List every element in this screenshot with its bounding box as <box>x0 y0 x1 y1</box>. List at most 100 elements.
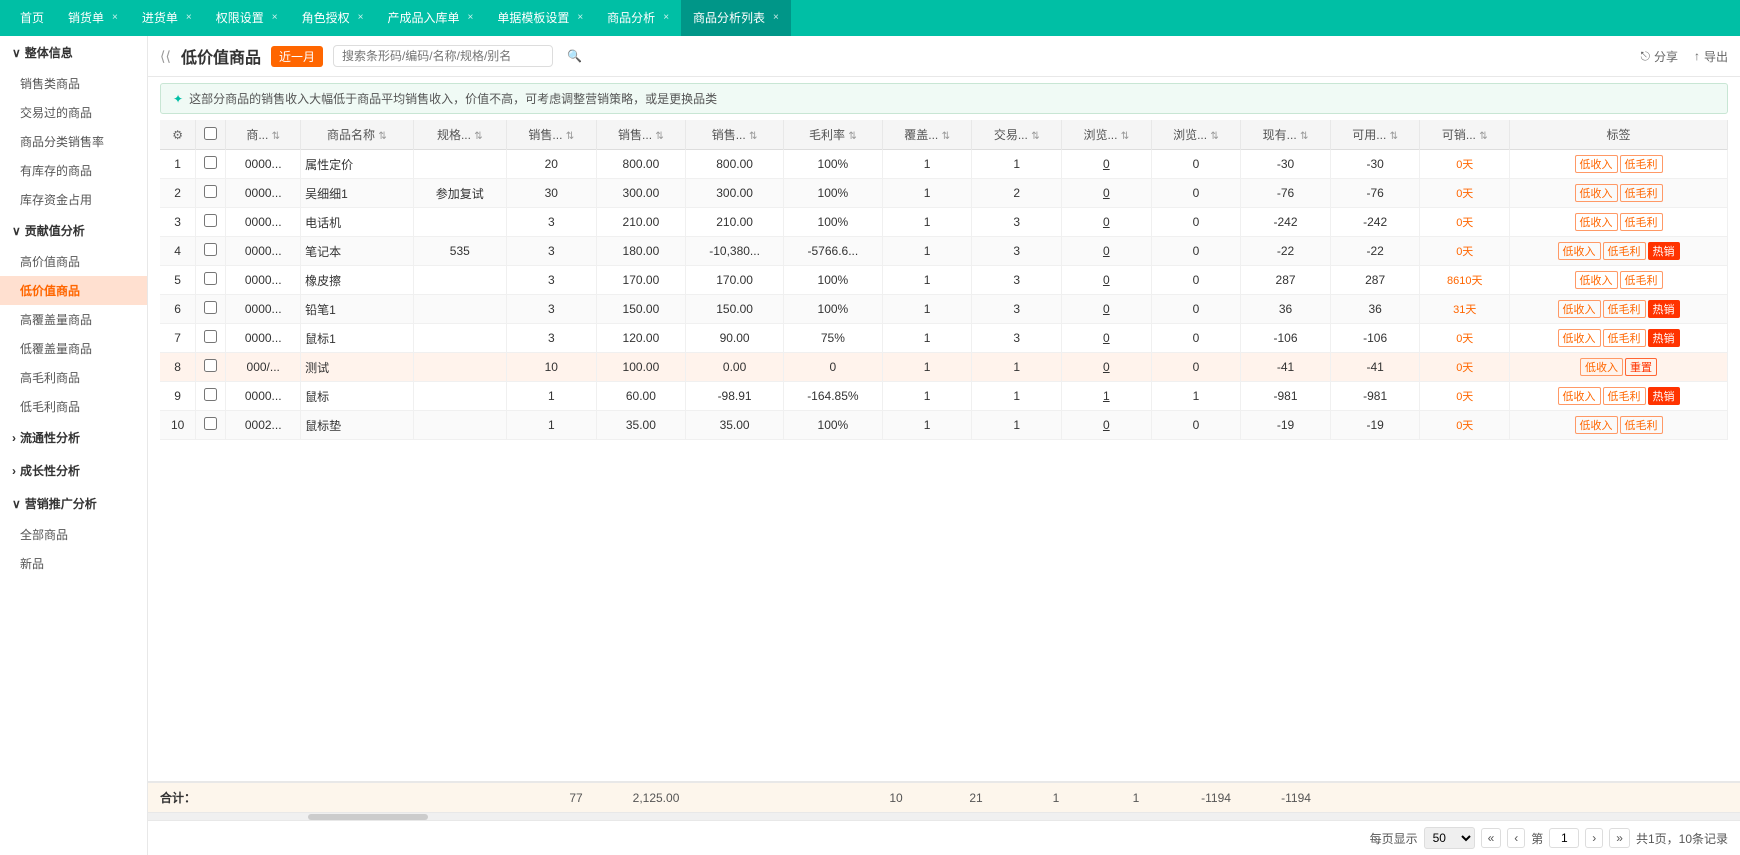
cell-browse1[interactable]: 0 <box>1062 208 1152 237</box>
nav-product-storage[interactable]: 产成品入库单 × <box>375 0 485 36</box>
close-template-settings-icon[interactable]: × <box>577 0 583 36</box>
col-coverage[interactable]: 覆盖... ⇅ <box>882 120 972 150</box>
browse1-link[interactable]: 1 <box>1103 389 1110 403</box>
scrollbar-thumb[interactable] <box>308 814 428 820</box>
row-checkbox[interactable] <box>204 272 217 285</box>
sidebar-group-circulation[interactable]: › 流通性分析 <box>0 421 147 454</box>
sidebar-item-stock-capital[interactable]: 库存资金占用 <box>0 185 147 214</box>
row-checkbox[interactable] <box>204 417 217 430</box>
browse1-link[interactable]: 0 <box>1103 360 1110 374</box>
nav-product-analysis[interactable]: 商品分析 × <box>595 0 681 36</box>
close-purchase-order-icon[interactable]: × <box>186 0 192 36</box>
nav-role-auth[interactable]: 角色授权 × <box>290 0 376 36</box>
close-product-storage-icon[interactable]: × <box>467 0 473 36</box>
row-checkbox[interactable] <box>204 359 217 372</box>
col-saleable[interactable]: 可销... ⇅ <box>1420 120 1510 150</box>
col-sales-qty[interactable]: 销售... ⇅ <box>506 120 596 150</box>
cell-checkbox[interactable] <box>196 382 226 411</box>
date-filter-button[interactable]: 近一月 <box>271 46 323 67</box>
col-available[interactable]: 可用... ⇅ <box>1330 120 1420 150</box>
cell-checkbox[interactable] <box>196 208 226 237</box>
table-row[interactable]: 4 0000... 笔记本 535 3 180.00 -10,380... -5… <box>160 237 1728 266</box>
search-input[interactable] <box>333 45 553 67</box>
cell-browse1[interactable]: 0 <box>1062 150 1152 179</box>
cell-checkbox[interactable] <box>196 179 226 208</box>
last-page-button[interactable]: » <box>1609 828 1630 848</box>
close-permissions-icon[interactable]: × <box>272 0 278 36</box>
row-checkbox[interactable] <box>204 243 217 256</box>
cell-checkbox[interactable] <box>196 266 226 295</box>
col-browse2[interactable]: 浏览... ⇅ <box>1151 120 1241 150</box>
nav-home[interactable]: 首页 <box>8 0 56 36</box>
col-spec[interactable]: 规格... ⇅ <box>413 120 506 150</box>
sidebar-group-contribution[interactable]: ∨ 贡献值分析 <box>0 214 147 247</box>
next-page-button[interactable]: › <box>1585 828 1603 848</box>
browse1-link[interactable]: 0 <box>1103 186 1110 200</box>
nav-permissions[interactable]: 权限设置 × <box>204 0 290 36</box>
browse1-link[interactable]: 0 <box>1103 418 1110 432</box>
col-code[interactable]: 商... ⇅ <box>226 120 301 150</box>
cell-browse1[interactable]: 0 <box>1062 266 1152 295</box>
share-button[interactable]: ⎋ 分享 <box>1640 48 1678 65</box>
table-row[interactable]: 10 0002... 鼠标垫 1 35.00 35.00 100% 1 1 0 … <box>160 411 1728 440</box>
row-checkbox[interactable] <box>204 330 217 343</box>
export-button[interactable]: ↑ 导出 <box>1694 48 1728 65</box>
cell-checkbox[interactable] <box>196 150 226 179</box>
cell-browse1[interactable]: 0 <box>1062 237 1152 266</box>
table-row[interactable]: 6 0000... 铅笔1 3 150.00 150.00 100% 1 3 0… <box>160 295 1728 324</box>
nav-template-settings[interactable]: 单据模板设置 × <box>485 0 595 36</box>
col-settings[interactable]: ⚙ <box>160 120 196 150</box>
collapse-sidebar-btn[interactable]: ⟨⟨ <box>160 48 171 65</box>
sidebar-item-low-margin[interactable]: 低毛利商品 <box>0 392 147 421</box>
cell-checkbox[interactable] <box>196 237 226 266</box>
close-product-analysis-list-icon[interactable]: × <box>773 0 779 36</box>
cell-browse1[interactable]: 0 <box>1062 179 1152 208</box>
sidebar-item-stocked-products[interactable]: 有库存的商品 <box>0 156 147 185</box>
sidebar-item-low-value[interactable]: 低价值商品 <box>0 276 147 305</box>
sidebar-group-marketing[interactable]: ∨ 营销推广分析 <box>0 487 147 520</box>
table-row[interactable]: 7 0000... 鼠标1 3 120.00 90.00 75% 1 3 0 0… <box>160 324 1728 353</box>
browse1-link[interactable]: 0 <box>1103 215 1110 229</box>
table-row[interactable]: 9 0000... 鼠标 1 60.00 -98.91 -164.85% 1 1… <box>160 382 1728 411</box>
select-all-checkbox[interactable] <box>204 127 217 140</box>
page-number-input[interactable] <box>1549 828 1579 848</box>
row-checkbox[interactable] <box>204 156 217 169</box>
first-page-button[interactable]: « <box>1481 828 1502 848</box>
nav-product-analysis-list[interactable]: 商品分析列表 × <box>681 0 791 36</box>
sidebar-item-high-margin[interactable]: 高毛利商品 <box>0 363 147 392</box>
row-checkbox[interactable] <box>204 214 217 227</box>
cell-browse1[interactable]: 0 <box>1062 353 1152 382</box>
row-checkbox[interactable] <box>204 301 217 314</box>
nav-sales-order[interactable]: 销货单 × <box>56 0 130 36</box>
nav-purchase-order[interactable]: 进货单 × <box>130 0 204 36</box>
sidebar-item-category-sales[interactable]: 商品分类销售率 <box>0 127 147 156</box>
sidebar-group-growth[interactable]: › 成长性分析 <box>0 454 147 487</box>
sidebar-item-new-products[interactable]: 新品 <box>0 549 147 578</box>
browse1-link[interactable]: 0 <box>1103 157 1110 171</box>
col-sales-avg[interactable]: 销售... ⇅ <box>686 120 784 150</box>
browse1-link[interactable]: 0 <box>1103 331 1110 345</box>
col-name[interactable]: 商品名称 ⇅ <box>301 120 414 150</box>
browse1-link[interactable]: 0 <box>1103 244 1110 258</box>
browse1-link[interactable]: 0 <box>1103 273 1110 287</box>
horizontal-scrollbar[interactable] <box>148 812 1740 820</box>
table-row[interactable]: 5 0000... 橡皮擦 3 170.00 170.00 100% 1 3 0… <box>160 266 1728 295</box>
cell-browse1[interactable]: 1 <box>1062 382 1152 411</box>
table-row[interactable]: 1 0000... 属性定价 20 800.00 800.00 100% 1 1… <box>160 150 1728 179</box>
search-icon[interactable]: 🔍 <box>567 49 582 63</box>
table-row[interactable]: 8 000/... 测试 10 100.00 0.00 0 1 1 0 0 -4… <box>160 353 1728 382</box>
per-page-select[interactable]: 50 100 200 <box>1424 827 1475 849</box>
close-sales-order-icon[interactable]: × <box>112 0 118 36</box>
cell-checkbox[interactable] <box>196 324 226 353</box>
prev-page-button[interactable]: ‹ <box>1507 828 1525 848</box>
cell-checkbox[interactable] <box>196 411 226 440</box>
sidebar-item-sales-products[interactable]: 销售类商品 <box>0 69 147 98</box>
cell-browse1[interactable]: 0 <box>1062 324 1152 353</box>
sidebar-item-high-value[interactable]: 高价值商品 <box>0 247 147 276</box>
col-browse1[interactable]: 浏览... ⇅ <box>1062 120 1152 150</box>
col-gross-rate[interactable]: 毛利率 ⇅ <box>783 120 882 150</box>
settings-icon[interactable]: ⚙ <box>172 128 183 142</box>
sidebar-item-low-coverage[interactable]: 低覆盖量商品 <box>0 334 147 363</box>
row-checkbox[interactable] <box>204 185 217 198</box>
col-sales-price[interactable]: 销售... ⇅ <box>596 120 686 150</box>
